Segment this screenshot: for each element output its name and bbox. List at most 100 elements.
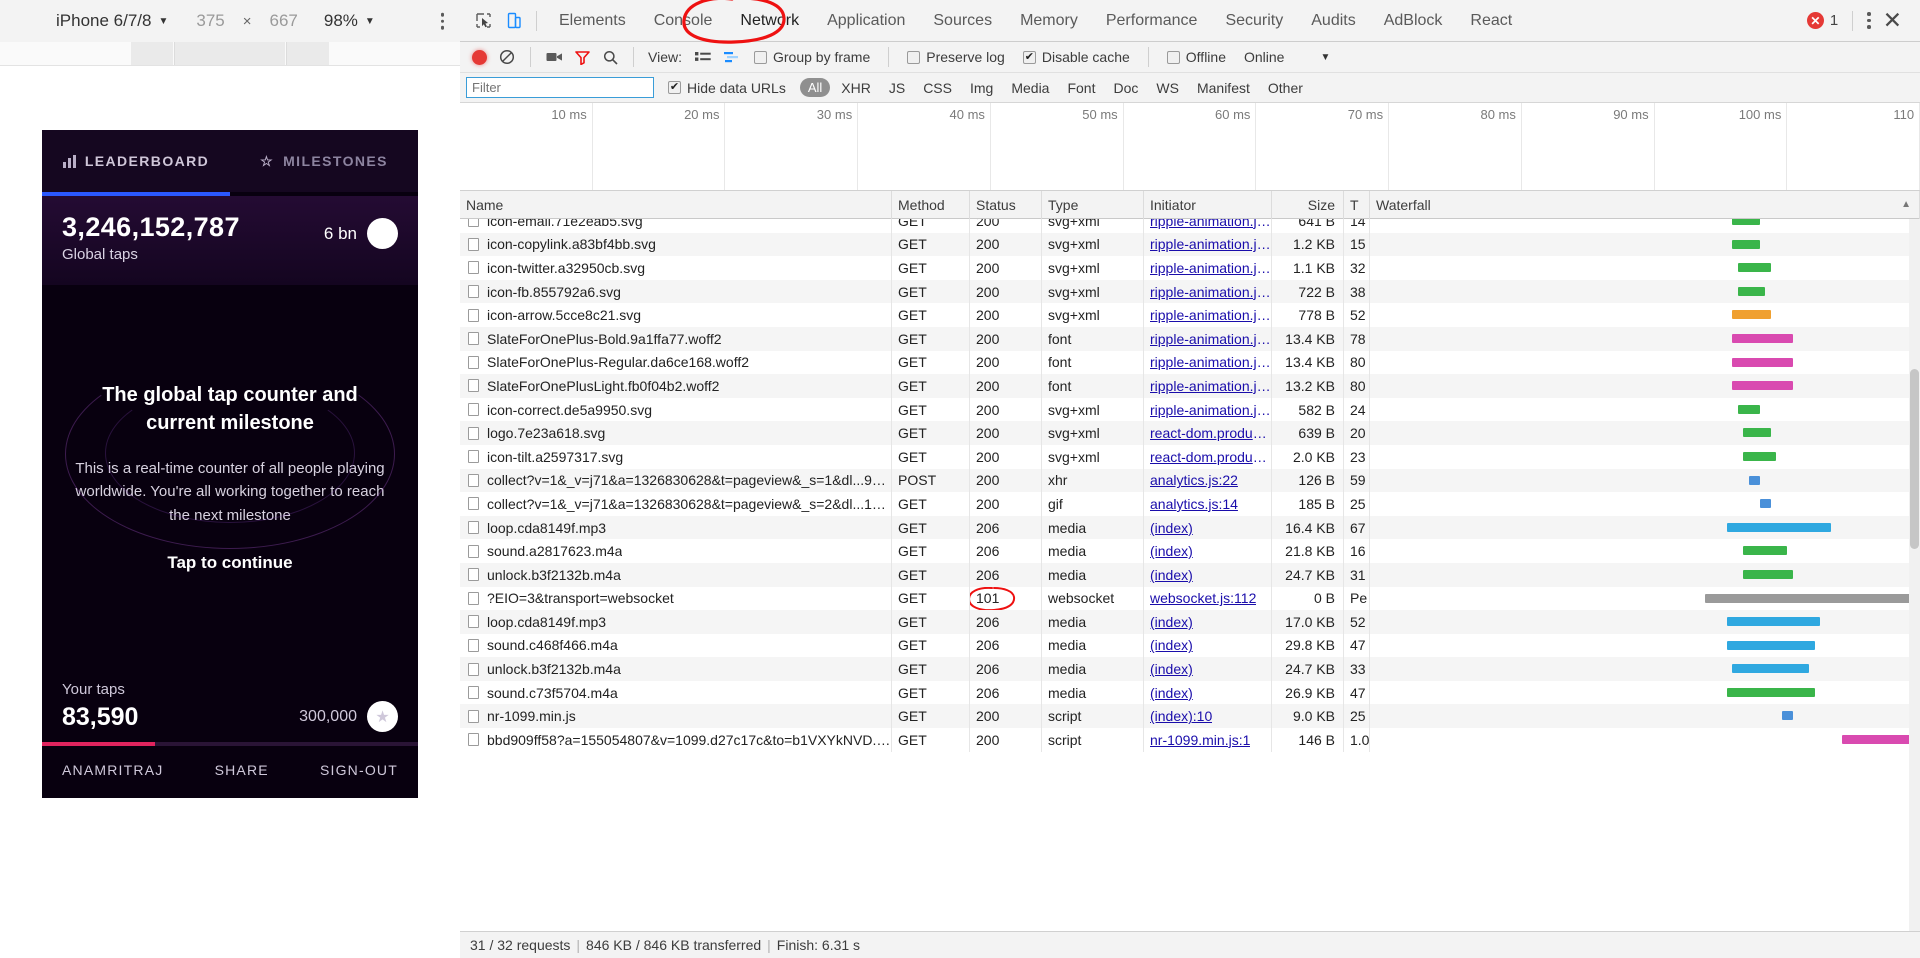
initiator-link[interactable]: ripple-animation.js... <box>1150 378 1271 394</box>
ruler-handle[interactable] <box>287 42 329 65</box>
view-list-button[interactable] <box>690 46 716 68</box>
table-row[interactable]: icon-tilt.a2597317.svg GET 200 svg+xml react… <box>460 444 1920 469</box>
initiator-link[interactable]: analytics.js:14 <box>1150 496 1238 512</box>
filter-type-manifest[interactable]: Manifest <box>1188 80 1259 96</box>
initiator-link[interactable]: ripple-animation.js... <box>1150 236 1271 252</box>
initiator-link[interactable]: ripple-animation.js... <box>1150 354 1271 370</box>
page-preview[interactable]: LEADERBOARD ☆ MILESTONES 3,246,152,787 G… <box>42 130 418 798</box>
column-header-size[interactable]: Size <box>1272 190 1344 219</box>
initiator-link[interactable]: ripple-animation.js... <box>1150 260 1271 276</box>
view-waterfall-button[interactable] <box>718 46 744 68</box>
table-row[interactable]: icon-fb.855792a6.svg GET 200 svg+xml ripple-… <box>460 279 1920 304</box>
initiator-link[interactable]: websocket.js:112 <box>1150 590 1256 606</box>
initiator-link[interactable]: (index) <box>1150 637 1193 653</box>
close-devtools-button[interactable]: ✕ <box>1877 9 1908 32</box>
capture-screenshots-button[interactable] <box>541 46 567 68</box>
table-row[interactable]: ?EIO=3&transport=websocket GET 101 websocke… <box>460 586 1920 611</box>
record-button[interactable] <box>466 46 492 68</box>
column-header-type[interactable]: Type <box>1042 190 1144 219</box>
table-row[interactable]: unlock.b3f2132b.m4a GET 206 media (index) 24.… <box>460 562 1920 587</box>
table-row[interactable]: SlateForOnePlus-Regular.da6ce168.woff2 GE… <box>460 350 1920 375</box>
action-username[interactable]: ANAMRITRAJ <box>62 762 163 778</box>
device-more-options-button[interactable] <box>440 12 444 30</box>
filter-type-font[interactable]: Font <box>1058 80 1104 96</box>
ruler-handle[interactable] <box>131 42 173 65</box>
table-row[interactable]: icon-correct.de5a9950.svg GET 200 svg+xml ri… <box>460 397 1920 422</box>
filter-type-xhr[interactable]: XHR <box>832 80 880 96</box>
initiator-link[interactable]: (index) <box>1150 661 1193 677</box>
requests-table-body[interactable]: icon-email.71e2eab5.svg GET 200 svg+xml ripp… <box>460 219 1920 931</box>
initiator-link[interactable]: ripple-animation.js... <box>1150 284 1271 300</box>
table-row[interactable]: bbd909ff58?a=155054807&v=1099.d27c17c&to… <box>460 728 1920 752</box>
offline-checkbox[interactable]: Offline <box>1166 49 1226 65</box>
action-share[interactable]: SHARE <box>215 762 269 778</box>
search-button[interactable] <box>597 46 623 68</box>
filter-toggle-button[interactable] <box>569 46 595 68</box>
filter-input[interactable] <box>466 77 654 98</box>
filter-type-doc[interactable]: Doc <box>1104 80 1147 96</box>
hide-data-urls-checkbox[interactable]: ✔ Hide data URLs <box>668 80 786 96</box>
devtools-main-menu-button[interactable] <box>1867 12 1871 29</box>
clear-button[interactable] <box>494 46 520 68</box>
tab-console[interactable]: Console <box>640 0 727 42</box>
device-selector[interactable]: iPhone 6/7/8 ▼ <box>56 11 168 31</box>
filter-type-ws[interactable]: WS <box>1147 80 1188 96</box>
initiator-link[interactable]: analytics.js:22 <box>1150 472 1238 488</box>
tab-performance[interactable]: Performance <box>1092 0 1212 42</box>
device-width-input[interactable]: 375 <box>196 11 224 31</box>
column-header-waterfall[interactable]: Waterfall ▲ <box>1370 190 1920 219</box>
initiator-link[interactable]: ripple-animation.js... <box>1150 307 1271 323</box>
inspect-element-button[interactable] <box>468 6 498 36</box>
app-tab-milestones[interactable]: ☆ MILESTONES <box>230 153 418 170</box>
tab-security[interactable]: Security <box>1211 0 1297 42</box>
initiator-link[interactable]: (index) <box>1150 543 1193 559</box>
toggle-device-toolbar-button[interactable] <box>498 6 528 36</box>
column-header-initiator[interactable]: Initiator <box>1144 190 1272 219</box>
tab-network[interactable]: Network <box>726 0 813 42</box>
initiator-link[interactable]: (index):10 <box>1150 708 1212 724</box>
app-cta[interactable]: Tap to continue <box>68 553 392 573</box>
table-row[interactable]: SlateForOnePlus-Bold.9a1ffa77.woff2 GET 20… <box>460 326 1920 351</box>
app-tab-leaderboard[interactable]: LEADERBOARD <box>42 153 230 169</box>
initiator-link[interactable]: react-dom.product... <box>1150 425 1271 441</box>
table-row[interactable]: logo.7e23a618.svg GET 200 svg+xml react-dom.… <box>460 421 1920 445</box>
initiator-link[interactable]: ripple-animation.js... <box>1150 331 1271 347</box>
initiator-link[interactable]: (index) <box>1150 567 1193 583</box>
initiator-link[interactable]: (index) <box>1150 685 1193 701</box>
initiator-link[interactable]: react-dom.product... <box>1150 449 1271 465</box>
tab-application[interactable]: Application <box>813 0 919 42</box>
table-row[interactable]: sound.c73f5704.m4a GET 206 media (index) 26.9… <box>460 680 1920 705</box>
throttling-selector[interactable]: Online <box>1244 49 1284 65</box>
table-row[interactable]: icon-email.71e2eab5.svg GET 200 svg+xml ripp… <box>460 219 1920 233</box>
initiator-link[interactable]: ripple-animation.js... <box>1150 219 1271 229</box>
table-row[interactable]: nr-1099.min.js GET 200 script (index):10 9.0 … <box>460 704 1920 729</box>
initiator-link[interactable]: nr-1099.min.js:1 <box>1150 732 1250 748</box>
tab-elements[interactable]: Elements <box>545 0 640 42</box>
table-row[interactable]: icon-twitter.a32950cb.svg GET 200 svg+xml ri… <box>460 256 1920 280</box>
network-overview-timeline[interactable]: 10 ms 20 ms 30 ms 40 ms 50 ms 60 ms 70 ms 80 ms… <box>460 103 1920 191</box>
table-row[interactable]: sound.c468f466.m4a GET 206 media (index) 29.8… <box>460 633 1920 658</box>
filter-type-css[interactable]: CSS <box>914 80 961 96</box>
table-row[interactable]: loop.cda8149f.mp3 GET 206 media (index) 16.4 … <box>460 515 1920 540</box>
filter-type-img[interactable]: Img <box>961 80 1002 96</box>
filter-type-all[interactable]: All <box>799 78 831 97</box>
group-by-frame-checkbox[interactable]: Group by frame <box>753 49 870 65</box>
table-row[interactable]: icon-copylink.a83bf4bb.svg GET 200 svg+xml r… <box>460 232 1920 257</box>
column-header-time[interactable]: T <box>1344 190 1370 219</box>
initiator-link[interactable]: (index) <box>1150 520 1193 536</box>
zoom-selector[interactable]: 98% ▼ <box>324 11 375 31</box>
column-header-name[interactable]: Name <box>460 190 892 219</box>
filter-type-other[interactable]: Other <box>1259 80 1312 96</box>
device-height-input[interactable]: 667 <box>270 11 298 31</box>
table-row[interactable]: collect?v=1&_v=j71&a=1326830628&t=pagevi… <box>460 492 1920 516</box>
preserve-log-checkbox[interactable]: Preserve log <box>907 49 1005 65</box>
initiator-link[interactable]: ripple-animation.js... <box>1150 402 1271 418</box>
tab-react[interactable]: React <box>1456 0 1526 42</box>
table-row[interactable]: unlock.b3f2132b.m4a GET 206 media (index) 24.… <box>460 657 1920 681</box>
tab-memory[interactable]: Memory <box>1006 0 1092 42</box>
filter-type-media[interactable]: Media <box>1002 80 1058 96</box>
initiator-link[interactable]: (index) <box>1150 614 1193 630</box>
requests-scrollbar[interactable] <box>1909 219 1920 931</box>
scrollbar-thumb[interactable] <box>1910 369 1919 549</box>
column-header-status[interactable]: Status <box>970 190 1042 219</box>
